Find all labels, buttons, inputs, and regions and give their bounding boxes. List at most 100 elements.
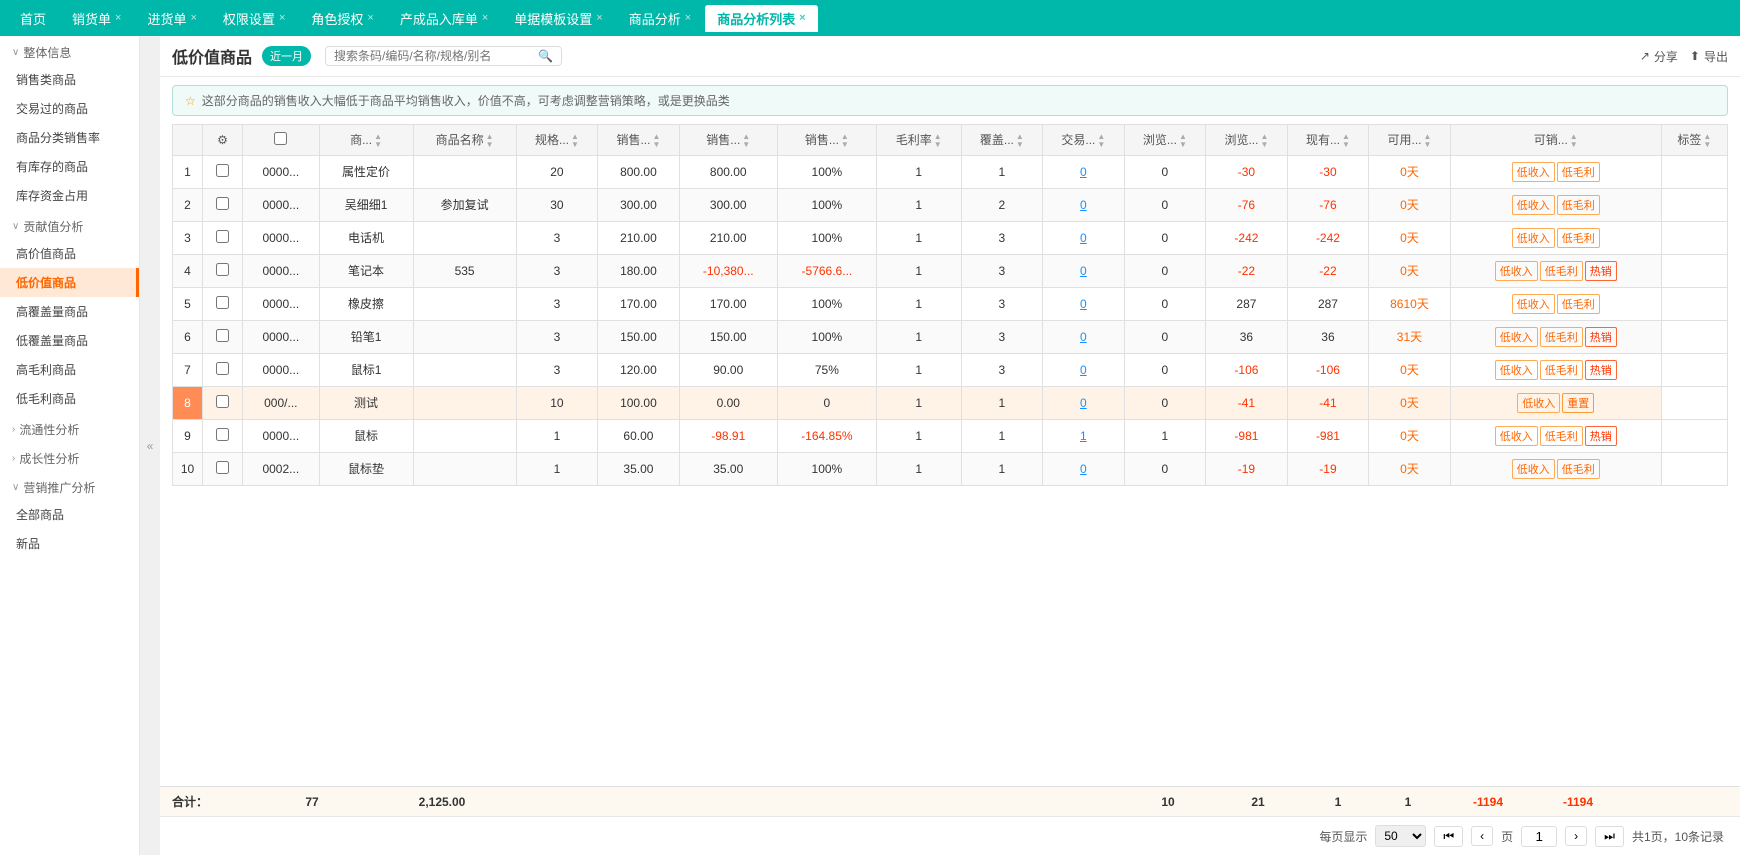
cell-views1[interactable]: 0: [1043, 320, 1125, 353]
cell-views1[interactable]: 0: [1043, 155, 1125, 188]
pagination-first-btn[interactable]: ⏮: [1434, 826, 1463, 847]
select-all-checkbox[interactable]: [274, 132, 287, 145]
views1-link[interactable]: 0: [1080, 462, 1087, 476]
views1-link[interactable]: 0: [1080, 330, 1087, 344]
views1-link[interactable]: 0: [1080, 264, 1087, 278]
views1-link[interactable]: 0: [1080, 198, 1087, 212]
nav-item-商品分析[interactable]: 商品分析×: [617, 5, 703, 32]
views1-link[interactable]: 1: [1080, 429, 1087, 443]
sidebar-item-低价值商品[interactable]: 低价值商品: [0, 268, 139, 297]
cell-views1[interactable]: 0: [1043, 386, 1125, 419]
sidebar-group-成长性分析[interactable]: ›成长性分析: [0, 442, 139, 471]
cell-sale-amount: 150.00: [679, 320, 777, 353]
cell-spec: [413, 221, 516, 254]
col-checkbox[interactable]: [243, 125, 320, 156]
nav-close-icon[interactable]: ×: [685, 12, 691, 24]
cell-checkbox[interactable]: [203, 221, 243, 254]
cell-checkbox[interactable]: [203, 188, 243, 221]
search-input[interactable]: [334, 49, 534, 63]
sidebar-group-整体信息[interactable]: ∨整体信息: [0, 36, 139, 65]
cell-views1[interactable]: 0: [1043, 254, 1125, 287]
nav-close-icon[interactable]: ×: [799, 12, 805, 24]
views1-link[interactable]: 0: [1080, 297, 1087, 311]
row-checkbox[interactable]: [216, 164, 229, 177]
views1-link[interactable]: 0: [1080, 396, 1087, 410]
cell-days: 0天: [1369, 353, 1451, 386]
nav-close-icon[interactable]: ×: [367, 12, 373, 24]
sidebar-group-营销推广分析[interactable]: ∨营销推广分析: [0, 471, 139, 500]
sidebar-item-有库存的商品[interactable]: 有库存的商品: [0, 152, 139, 181]
pagination-last-btn[interactable]: ⏭: [1595, 826, 1624, 847]
nav-close-icon[interactable]: ×: [279, 12, 285, 24]
pagination-next-btn[interactable]: ›: [1565, 826, 1587, 846]
search-icon[interactable]: 🔍: [538, 49, 553, 63]
cell-no: 5: [173, 287, 203, 320]
row-checkbox[interactable]: [216, 263, 229, 276]
cell-name: 鼠标垫: [319, 452, 413, 485]
share-button[interactable]: ↗ 分享: [1640, 48, 1678, 65]
nav-item-进货单[interactable]: 进货单×: [135, 5, 208, 32]
sidebar-item-低覆盖量商品[interactable]: 低覆盖量商品: [0, 326, 139, 355]
row-checkbox[interactable]: [216, 230, 229, 243]
cell-transactions: 3: [961, 221, 1043, 254]
per-page-select[interactable]: 50 100 200: [1375, 825, 1426, 847]
row-checkbox[interactable]: [216, 329, 229, 342]
cell-checkbox[interactable]: [203, 287, 243, 320]
sidebar-group-流通性分析[interactable]: ›流通性分析: [0, 413, 139, 442]
nav-close-icon[interactable]: ×: [190, 12, 196, 24]
cell-views1[interactable]: 1: [1043, 419, 1125, 452]
nav-close-icon[interactable]: ×: [482, 12, 488, 24]
collapse-btn[interactable]: «: [140, 36, 160, 855]
nav-item-首页[interactable]: 首页: [8, 5, 58, 32]
cell-checkbox[interactable]: [203, 353, 243, 386]
cell-current-stock: 287: [1206, 287, 1288, 320]
cell-views1[interactable]: 0: [1043, 452, 1125, 485]
views1-link[interactable]: 0: [1080, 231, 1087, 245]
row-checkbox[interactable]: [216, 395, 229, 408]
sidebar-item-交易过的商品[interactable]: 交易过的商品: [0, 94, 139, 123]
cell-checkbox[interactable]: [203, 419, 243, 452]
views1-link[interactable]: 0: [1080, 363, 1087, 377]
pagination-prev-btn[interactable]: ‹: [1471, 826, 1493, 846]
row-checkbox[interactable]: [216, 296, 229, 309]
cell-checkbox[interactable]: [203, 254, 243, 287]
cell-checkbox[interactable]: [203, 452, 243, 485]
nav-close-icon[interactable]: ×: [115, 12, 121, 24]
cell-checkbox[interactable]: [203, 155, 243, 188]
sidebar-item-库存资金占用[interactable]: 库存资金占用: [0, 181, 139, 210]
cell-name: 吴细细1: [319, 188, 413, 221]
nav-item-产成品入库单[interactable]: 产成品入库单×: [388, 5, 500, 32]
sidebar-item-商品分类销售率[interactable]: 商品分类销售率: [0, 123, 139, 152]
cell-views1[interactable]: 0: [1043, 221, 1125, 254]
sidebar-item-全部商品[interactable]: 全部商品: [0, 500, 139, 529]
row-checkbox[interactable]: [216, 428, 229, 441]
cell-transactions: 3: [961, 254, 1043, 287]
sidebar-group-贡献值分析[interactable]: ∨贡献值分析: [0, 210, 139, 239]
col-settings[interactable]: ⚙: [203, 125, 243, 156]
nav-item-权限设置[interactable]: 权限设置×: [211, 5, 297, 32]
nav-item-角色授权[interactable]: 角色授权×: [299, 5, 385, 32]
nav-close-icon[interactable]: ×: [596, 12, 602, 24]
sidebar-item-高覆盖量商品[interactable]: 高覆盖量商品: [0, 297, 139, 326]
cell-views1[interactable]: 0: [1043, 188, 1125, 221]
date-filter-badge[interactable]: 近一月: [262, 46, 311, 66]
export-button[interactable]: ⬆ 导出: [1690, 48, 1728, 65]
views1-link[interactable]: 0: [1080, 165, 1087, 179]
cell-checkbox[interactable]: [203, 386, 243, 419]
nav-item-单据模板设置[interactable]: 单据模板设置×: [502, 5, 614, 32]
cell-views1[interactable]: 0: [1043, 287, 1125, 320]
page-input[interactable]: [1521, 826, 1557, 847]
cell-views1[interactable]: 0: [1043, 353, 1125, 386]
nav-item-商品分析列表[interactable]: 商品分析列表×: [705, 5, 817, 32]
nav-item-销货单[interactable]: 销货单×: [60, 5, 133, 32]
sidebar-item-新品[interactable]: 新品: [0, 529, 139, 558]
row-checkbox[interactable]: [216, 362, 229, 375]
sidebar-item-低毛利商品[interactable]: 低毛利商品: [0, 384, 139, 413]
tag-低收入: 低收入: [1517, 393, 1560, 413]
row-checkbox[interactable]: [216, 197, 229, 210]
row-checkbox[interactable]: [216, 461, 229, 474]
cell-checkbox[interactable]: [203, 320, 243, 353]
sidebar-item-高价值商品[interactable]: 高价值商品: [0, 239, 139, 268]
sidebar-item-销售类商品[interactable]: 销售类商品: [0, 65, 139, 94]
sidebar-item-高毛利商品[interactable]: 高毛利商品: [0, 355, 139, 384]
